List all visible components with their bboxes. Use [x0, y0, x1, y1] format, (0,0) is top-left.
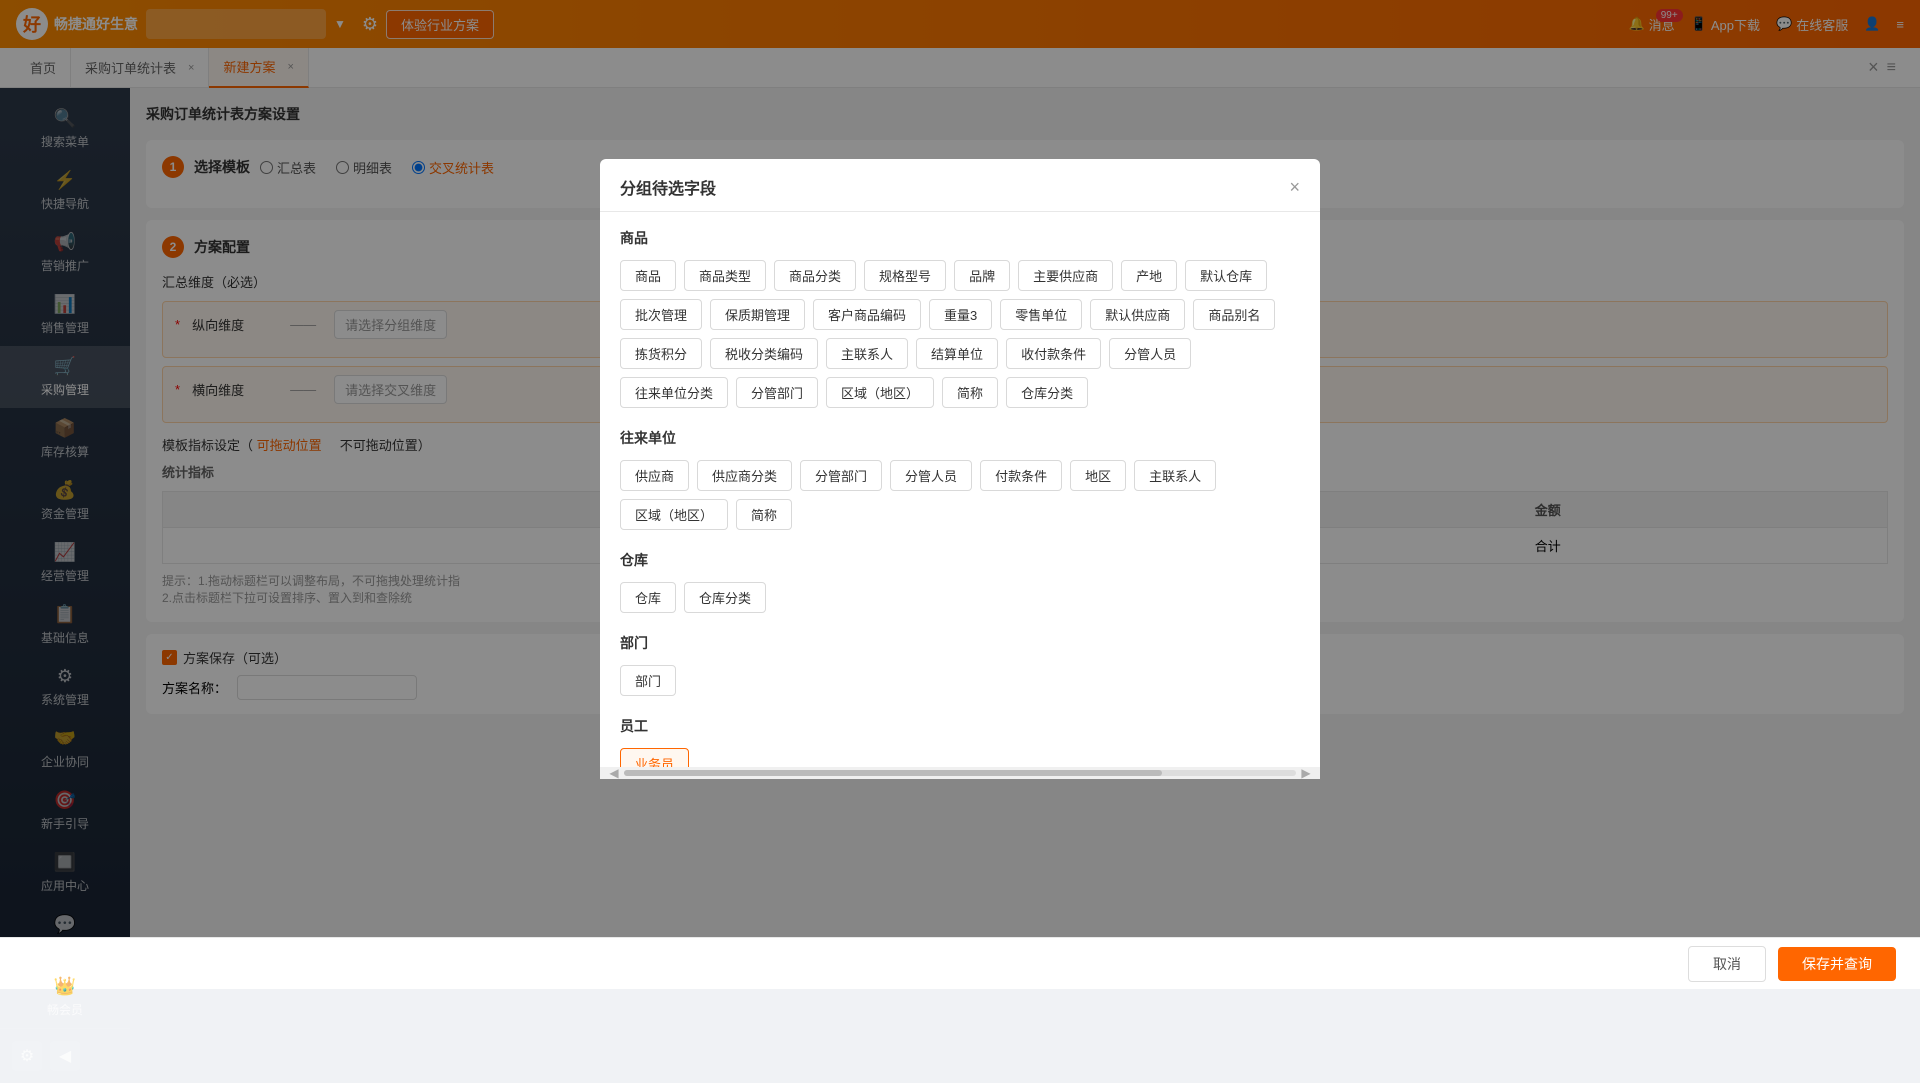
field-tag-region-product[interactable]: 区域（地区） — [826, 377, 934, 408]
hscroll-thumb[interactable] — [624, 770, 1162, 776]
modal-title: 分组待选字段 — [620, 175, 716, 199]
modal-close-btn[interactable]: × — [1289, 178, 1300, 196]
field-tag-supplier-category[interactable]: 供应商分类 — [697, 460, 792, 491]
modal-dialog: 分组待选字段 × 商品 商品 商品类型 商品分类 规格型号 品牌 主要供应商 产… — [600, 159, 1320, 779]
field-tag-short-name-partner[interactable]: 简称 — [736, 499, 792, 530]
sidebar-bottom: ⚙ ◀ — [0, 1028, 130, 1083]
field-tag-region-partner[interactable]: 区域（地区） — [620, 499, 728, 530]
field-tag-manager[interactable]: 分管人员 — [1109, 338, 1191, 369]
field-tag-spec-model[interactable]: 规格型号 — [864, 260, 946, 291]
field-section-partner: 往来单位 供应商 供应商分类 分管部门 分管人员 付款条件 地区 主联系人 区域… — [620, 428, 1300, 530]
sidebar-item-member[interactable]: 👑 畅会员 — [0, 966, 130, 1028]
field-tags-department: 部门 — [620, 665, 1300, 696]
field-tag-origin[interactable]: 产地 — [1121, 260, 1177, 291]
cancel-button[interactable]: 取消 — [1688, 946, 1766, 982]
field-section-warehouse: 仓库 仓库 仓库分类 — [620, 550, 1300, 613]
field-tag-department[interactable]: 部门 — [620, 665, 676, 696]
section-title-product: 商品 — [620, 228, 1300, 248]
field-tag-expiry-mgmt[interactable]: 保质期管理 — [710, 299, 805, 330]
field-tag-main-contact-partner[interactable]: 主联系人 — [1134, 460, 1216, 491]
field-tag-customer-code[interactable]: 客户商品编码 — [813, 299, 921, 330]
field-tag-warehouse-cat[interactable]: 仓库分类 — [684, 582, 766, 613]
field-tag-pick-points[interactable]: 拣货积分 — [620, 338, 702, 369]
field-tag-tax-code[interactable]: 税收分类编码 — [710, 338, 818, 369]
field-tag-area[interactable]: 地区 — [1070, 460, 1126, 491]
sidebar-label-member: 畅会员 — [47, 1001, 83, 1018]
section-title-warehouse: 仓库 — [620, 550, 1300, 570]
hscroll-track — [624, 770, 1296, 776]
field-tags-warehouse: 仓库 仓库分类 — [620, 582, 1300, 613]
modal-horizontal-scrollbar[interactable]: ◀ ▶ — [600, 767, 1320, 779]
field-tag-product-type[interactable]: 商品类型 — [684, 260, 766, 291]
modal-body: 商品 商品 商品类型 商品分类 规格型号 品牌 主要供应商 产地 默认仓库 批次… — [600, 212, 1320, 767]
sidebar-label-weixin: 企业微信 — [41, 939, 89, 956]
field-section-department: 部门 部门 — [620, 633, 1300, 696]
field-tag-default-warehouse[interactable]: 默认仓库 — [1185, 260, 1267, 291]
field-tag-main-contact[interactable]: 主联系人 — [826, 338, 908, 369]
save-query-button[interactable]: 保存并查询 — [1778, 947, 1896, 981]
page-footer: 取消 保存并查询 — [0, 937, 1920, 989]
field-tag-payment-terms[interactable]: 收付款条件 — [1006, 338, 1101, 369]
field-tags-partner: 供应商 供应商分类 分管部门 分管人员 付款条件 地区 主联系人 区域（地区） … — [620, 460, 1300, 530]
hscroll-right-btn[interactable]: ▶ — [1296, 766, 1316, 780]
field-tag-dept[interactable]: 分管部门 — [736, 377, 818, 408]
section-title-partner: 往来单位 — [620, 428, 1300, 448]
field-tag-retail-unit[interactable]: 零售单位 — [1000, 299, 1082, 330]
field-tag-short-name-product[interactable]: 简称 — [942, 377, 998, 408]
field-tag-weight3[interactable]: 重量3 — [929, 299, 992, 330]
section-title-employee: 员工 — [620, 716, 1300, 736]
sidebar-settings-btn[interactable]: ⚙ — [12, 1041, 42, 1071]
field-section-product: 商品 商品 商品类型 商品分类 规格型号 品牌 主要供应商 产地 默认仓库 批次… — [620, 228, 1300, 408]
field-tag-product-category[interactable]: 商品分类 — [774, 260, 856, 291]
member-icon: 👑 — [54, 976, 76, 997]
field-section-employee: 员工 业务员 — [620, 716, 1300, 767]
field-tag-managing-dept[interactable]: 分管部门 — [800, 460, 882, 491]
field-tag-default-supplier[interactable]: 默认供应商 — [1090, 299, 1185, 330]
hscroll-left-btn[interactable]: ◀ — [604, 766, 624, 780]
field-tags-employee: 业务员 — [620, 748, 1300, 767]
field-tag-product[interactable]: 商品 — [620, 260, 676, 291]
field-tag-partner-category[interactable]: 往来单位分类 — [620, 377, 728, 408]
field-tag-warehouse[interactable]: 仓库 — [620, 582, 676, 613]
field-tag-managing-person[interactable]: 分管人员 — [890, 460, 972, 491]
field-tag-product-alias[interactable]: 商品别名 — [1193, 299, 1275, 330]
field-tag-brand[interactable]: 品牌 — [954, 260, 1010, 291]
sidebar-collapse-btn[interactable]: ◀ — [50, 1041, 80, 1071]
field-tag-main-supplier[interactable]: 主要供应商 — [1018, 260, 1113, 291]
field-tag-salesperson[interactable]: 业务员 — [620, 748, 689, 767]
field-tag-settlement-unit[interactable]: 结算单位 — [916, 338, 998, 369]
modal-header: 分组待选字段 × — [600, 159, 1320, 212]
field-tag-batch-mgmt[interactable]: 批次管理 — [620, 299, 702, 330]
modal-overlay: 分组待选字段 × 商品 商品 商品类型 商品分类 规格型号 品牌 主要供应商 产… — [0, 0, 1920, 937]
section-title-department: 部门 — [620, 633, 1300, 653]
field-tags-product: 商品 商品类型 商品分类 规格型号 品牌 主要供应商 产地 默认仓库 批次管理 … — [620, 260, 1300, 408]
field-tag-payment-condition[interactable]: 付款条件 — [980, 460, 1062, 491]
field-tag-warehouse-category[interactable]: 仓库分类 — [1006, 377, 1088, 408]
field-tag-supplier[interactable]: 供应商 — [620, 460, 689, 491]
